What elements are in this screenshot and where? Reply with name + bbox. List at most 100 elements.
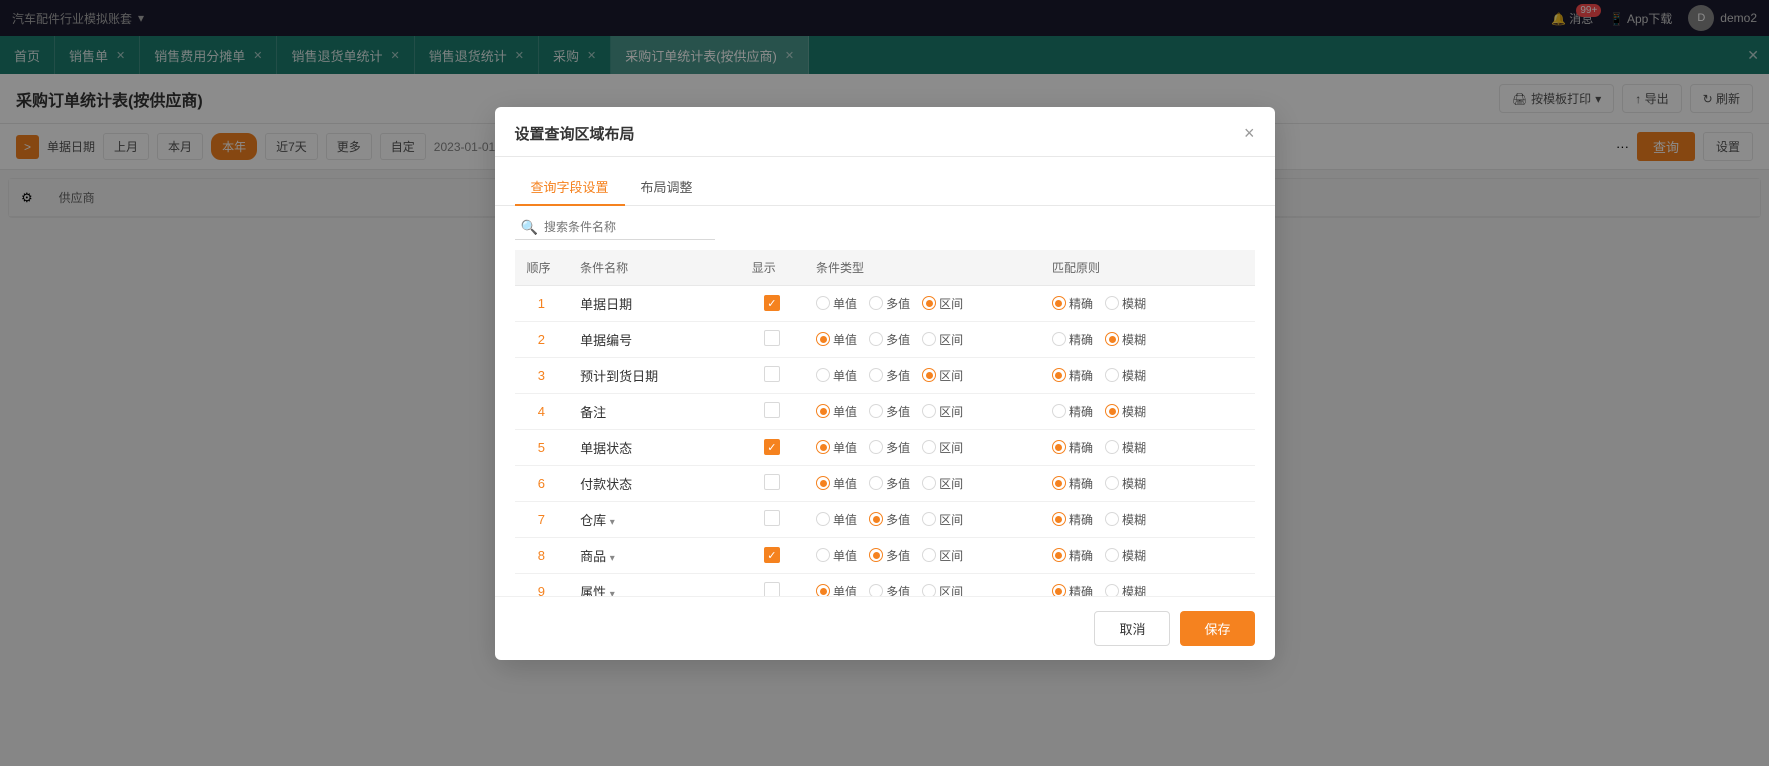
row-3-type-单值-label: 单值 xyxy=(833,403,857,420)
row-5-type-区间[interactable]: 区间 xyxy=(922,475,963,492)
row-3-type-单值[interactable]: 单值 xyxy=(816,403,857,420)
row-1-match-精确[interactable]: 精确 xyxy=(1052,331,1093,348)
row-1-type-区间-label: 区间 xyxy=(939,331,963,348)
row-7-match-模糊[interactable]: 模糊 xyxy=(1105,547,1146,564)
row-2-match-模糊-label: 模糊 xyxy=(1122,367,1146,384)
row-4-type-区间[interactable]: 区间 xyxy=(922,439,963,456)
row-5-type-多值[interactable]: 多值 xyxy=(869,475,910,492)
row-0-show xyxy=(740,286,804,322)
row-0-match-精确-radio xyxy=(1052,296,1066,310)
row-0-type-区间-label: 区间 xyxy=(939,295,963,312)
row-7-show xyxy=(740,537,804,573)
row-1-type-单值-radio xyxy=(816,332,830,346)
row-3-match-精确[interactable]: 精确 xyxy=(1052,403,1093,420)
modal-title: 设置查询区域布局 xyxy=(515,123,635,144)
row-1-show-checkbox[interactable] xyxy=(764,330,780,346)
row-1-type-多值[interactable]: 多值 xyxy=(869,331,910,348)
search-input[interactable] xyxy=(544,220,704,234)
row-8-type-单值[interactable]: 单值 xyxy=(816,583,857,596)
cancel-button[interactable]: 取消 xyxy=(1094,611,1170,646)
row-7-type-多值[interactable]: 多值 xyxy=(869,547,910,564)
modal-header: 设置查询区域布局 × xyxy=(495,107,1275,157)
save-button[interactable]: 保存 xyxy=(1180,611,1254,646)
row-3-type-多值[interactable]: 多值 xyxy=(869,403,910,420)
row-6-type-多值[interactable]: 多值 xyxy=(869,511,910,528)
row-2-type-单值[interactable]: 单值 xyxy=(816,367,857,384)
row-2-match-精确-label: 精确 xyxy=(1069,367,1093,384)
row-2-show-checkbox[interactable] xyxy=(764,366,780,382)
row-8-type-group: 单值多值区间 xyxy=(816,583,1028,596)
row-3-type-多值-radio xyxy=(869,404,883,418)
row-1-match-模糊-label: 模糊 xyxy=(1122,331,1146,348)
row-5-match-模糊[interactable]: 模糊 xyxy=(1105,475,1146,492)
row-7-type-单值[interactable]: 单值 xyxy=(816,547,857,564)
row-6-match-精确[interactable]: 精确 xyxy=(1052,511,1093,528)
row-0-type-多值[interactable]: 多值 xyxy=(869,295,910,312)
row-2-match-group: 精确 模糊 xyxy=(1052,367,1243,384)
row-6-type-区间-label: 区间 xyxy=(939,511,963,528)
row-1-type-区间[interactable]: 区间 xyxy=(922,331,963,348)
row-3-match-精确-label: 精确 xyxy=(1069,403,1093,420)
row-8-type-多值[interactable]: 多值 xyxy=(869,583,910,596)
table-body: 1单据日期单值多值区间精确模糊2单据编号单值多值区间精确模糊3预计到货日期单值多… xyxy=(515,286,1255,596)
row-7-type-区间-label: 区间 xyxy=(939,547,963,564)
row-8-match-精确[interactable]: 精确 xyxy=(1052,583,1093,596)
row-8-type-区间[interactable]: 区间 xyxy=(922,583,963,596)
row-0-show-checkbox[interactable] xyxy=(764,295,780,311)
row-0-match-精确[interactable]: 精确 xyxy=(1052,295,1093,312)
row-1-type-单值[interactable]: 单值 xyxy=(816,331,857,348)
row-4-type-区间-label: 区间 xyxy=(939,439,963,456)
row-1-match-模糊[interactable]: 模糊 xyxy=(1105,331,1146,348)
row-2-type-多值-label: 多值 xyxy=(886,367,910,384)
tab-query-fields[interactable]: 查询字段设置 xyxy=(515,169,625,206)
row-7-name: 商品 ▾ xyxy=(568,537,740,573)
row-5-type-group: 单值多值区间 xyxy=(816,475,1028,492)
row-7-type-单值-label: 单值 xyxy=(833,547,857,564)
row-0-match-group: 精确模糊 xyxy=(1052,295,1243,312)
row-3-type-单值-radio xyxy=(816,404,830,418)
row-4-type-单值[interactable]: 单值 xyxy=(816,439,857,456)
row-7-type-区间[interactable]: 区间 xyxy=(922,547,963,564)
row-5-show xyxy=(740,465,804,501)
row-4-show-checkbox[interactable] xyxy=(764,439,780,455)
row-2-type-多值[interactable]: 多值 xyxy=(869,367,910,384)
tab-layout-adjust[interactable]: 布局调整 xyxy=(625,169,709,206)
row-5-match-精确[interactable]: 精确 xyxy=(1052,475,1093,492)
row-8-match-模糊[interactable]: 模糊 xyxy=(1105,583,1146,596)
row-0-type-单值-label: 单值 xyxy=(833,295,857,312)
row-6-type-区间[interactable]: 区间 xyxy=(922,511,963,528)
row-6-match-模糊[interactable]: 模糊 xyxy=(1105,511,1146,528)
row-8-order: 9 xyxy=(515,573,569,596)
row-6-type-单值[interactable]: 单值 xyxy=(816,511,857,528)
row-2-type-区间[interactable]: 区间 xyxy=(922,367,963,384)
row-8-show-checkbox[interactable] xyxy=(764,582,780,596)
row-5-show-checkbox[interactable] xyxy=(764,474,780,490)
row-0-match-模糊[interactable]: 模糊 xyxy=(1105,295,1146,312)
row-4-type-多值[interactable]: 多值 xyxy=(869,439,910,456)
row-2-match: 精确 模糊 xyxy=(1040,357,1255,393)
row-3-match-模糊[interactable]: 模糊 xyxy=(1105,403,1146,420)
row-4-match-精确-label: 精确 xyxy=(1069,439,1093,456)
conditions-table: 顺序 条件名称 显示 条件类型 匹配原则 xyxy=(515,250,1255,286)
row-6-type-多值-label: 多值 xyxy=(886,511,910,528)
row-7-match: 精确模糊 xyxy=(1040,537,1255,573)
row-2-match-精确[interactable]: 精确 xyxy=(1052,367,1093,384)
row-3-type-区间[interactable]: 区间 xyxy=(922,403,963,420)
row-0-type-单值[interactable]: 单值 xyxy=(816,295,857,312)
row-1-order: 2 xyxy=(515,321,569,357)
modal-close-button[interactable]: × xyxy=(1244,124,1255,142)
row-2-match-模糊[interactable]: 模糊 xyxy=(1105,367,1146,384)
row-7-match-精确[interactable]: 精确 xyxy=(1052,547,1093,564)
row-1-type-多值-label: 多值 xyxy=(886,331,910,348)
row-4-match-精确[interactable]: 精确 xyxy=(1052,439,1093,456)
row-7-show-checkbox[interactable] xyxy=(764,547,780,563)
row-0-type-区间[interactable]: 区间 xyxy=(922,295,963,312)
row-0-type-多值-radio xyxy=(869,296,883,310)
row-6-match: 精确模糊 xyxy=(1040,501,1255,537)
row-6-show xyxy=(740,501,804,537)
row-6-show-checkbox[interactable] xyxy=(764,510,780,526)
row-5-type-单值[interactable]: 单值 xyxy=(816,475,857,492)
row-3-show-checkbox[interactable] xyxy=(764,402,780,418)
row-4-match-模糊[interactable]: 模糊 xyxy=(1105,439,1146,456)
row-7-type-group: 单值多值 区间 xyxy=(816,547,1028,564)
